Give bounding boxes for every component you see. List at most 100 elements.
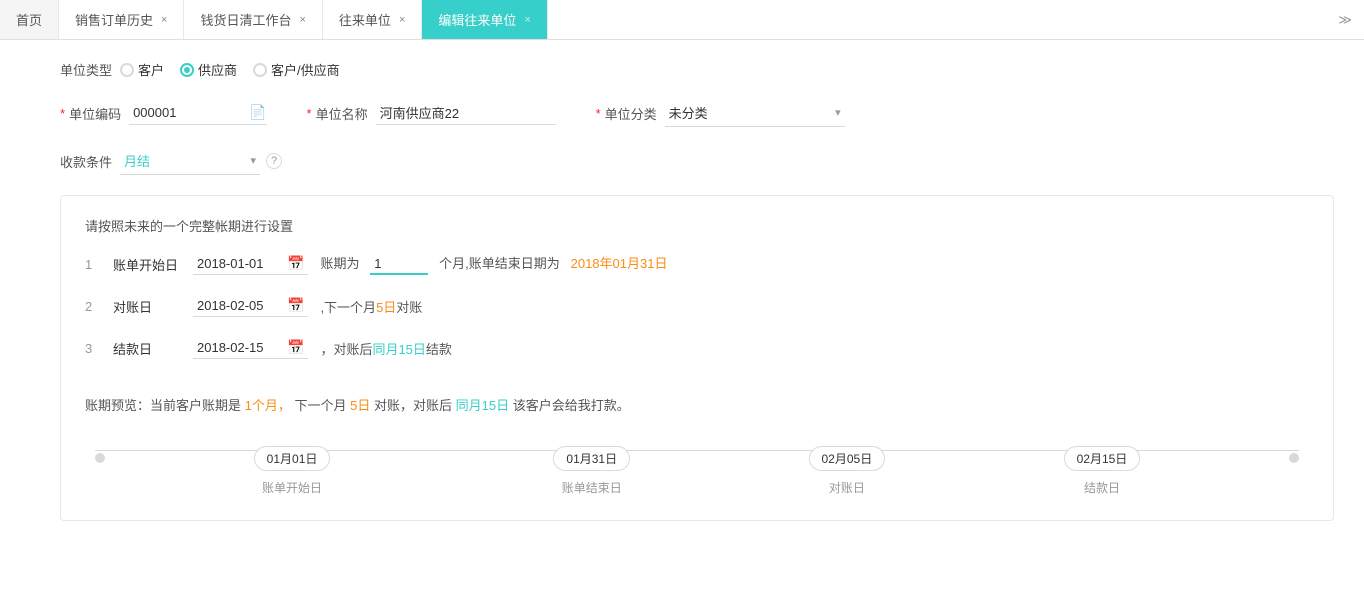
tab-cash-desk[interactable]: 钱货日清工作台 ×	[184, 0, 322, 39]
timeline-node-1: 01月01日 账单开始日	[254, 446, 331, 496]
step-3-date-field: 📅	[193, 337, 308, 359]
close-tab-sales[interactable]: ×	[161, 14, 167, 26]
step-1-date-field: 📅	[193, 253, 308, 275]
tab-home[interactable]: 首页	[0, 0, 59, 39]
main-content: 单位类型 客户 供应商 客户/供应商	[0, 40, 1364, 608]
step-3-desc-after: 结款	[426, 342, 452, 357]
timeline-label-4: 结款日	[1084, 479, 1120, 496]
payment-terms-item: 收款条件 月结 ▾ ?	[60, 147, 282, 175]
timeline-node-4: 02月15日 结款日	[1064, 446, 1141, 496]
unit-code-field: 📄	[129, 101, 266, 125]
step-3-name: 结款日	[113, 339, 193, 358]
radio-both-label: 客户/供应商	[271, 60, 340, 79]
unit-name-star: *	[307, 106, 312, 121]
copy-icon[interactable]: 📄	[249, 104, 266, 121]
timeline-badge-4: 02月15日	[1064, 446, 1141, 471]
step-1-calendar-icon[interactable]: 📅	[287, 255, 304, 272]
timeline-node-3: 02月05日 对账日	[809, 446, 886, 496]
step-2-desc-before: ,下一个月	[320, 300, 376, 315]
payment-terms-value: 月结	[124, 151, 244, 170]
close-tab-cash[interactable]: ×	[299, 14, 305, 26]
expand-icon: ≫	[1338, 12, 1352, 28]
preview-part1: 1个月，	[245, 398, 291, 413]
step-1-period-label-after: 个月,账单结束日期为	[439, 256, 560, 271]
step-3-row: 3 结款日 📅 ，对账后同月15日结款	[85, 337, 1309, 359]
unit-code-star: *	[60, 106, 65, 121]
tab-home-label: 首页	[16, 10, 42, 29]
step-2-desc-highlight: 5日	[376, 300, 396, 315]
tab-partner-unit[interactable]: 往来单位 ×	[323, 0, 422, 39]
step-2-name: 对账日	[113, 297, 193, 316]
radio-supplier[interactable]: 供应商	[180, 60, 237, 79]
step-1-date-input[interactable]	[197, 256, 287, 271]
tab-sales-order-history[interactable]: 销售订单历史 ×	[59, 0, 184, 39]
radio-both-circle	[253, 63, 267, 77]
payment-terms-dropdown-icon: ▾	[250, 154, 256, 167]
unit-category-value: 未分类	[669, 103, 835, 122]
step-1-desc: 账期为 个月,账单结束日期为 2018年01月31日	[320, 253, 667, 275]
timeline-badge-2: 01月31日	[553, 446, 630, 471]
tab-sales-label: 销售订单历史	[75, 10, 153, 29]
step-3-date-input[interactable]	[197, 340, 287, 355]
unit-category-select[interactable]: 未分类 ▾	[665, 99, 845, 127]
timeline-label-3: 对账日	[829, 479, 865, 496]
tab-expand-button[interactable]: ≫	[1326, 0, 1364, 39]
step-3-desc-highlight: 同月15日	[372, 342, 425, 357]
step-3-calendar-icon[interactable]: 📅	[287, 339, 304, 356]
step-2-date-field: 📅	[193, 295, 308, 317]
step-1-period-input-wrapper	[370, 254, 428, 275]
step-2-row: 2 对账日 📅 ,下一个月5日对账	[85, 295, 1309, 317]
step-1-period-label-before: 账期为	[320, 256, 359, 271]
preview-text: 账期预览：当前客户账期是 1个月， 下一个月 5日 对账，对账后 同月15日 该…	[85, 395, 1309, 414]
unit-code-item: * 单位编码 📄	[60, 101, 267, 125]
payment-terms-help-icon[interactable]: ?	[266, 153, 282, 169]
tab-partner-label: 往来单位	[339, 10, 391, 29]
preview-part1-label: 下一个月	[295, 398, 347, 413]
step-1-name: 账单开始日	[113, 255, 193, 274]
preview-part2-highlight: 5日	[350, 398, 370, 413]
unit-name-item: * 单位名称	[307, 101, 556, 125]
radio-supplier-label: 供应商	[198, 60, 237, 79]
unit-category-item: * 单位分类 未分类 ▾	[596, 99, 845, 127]
timeline-badge-3: 02月05日	[809, 446, 886, 471]
tab-bar: 首页 销售订单历史 × 钱货日清工作台 × 往来单位 × 编辑往来单位 × ≫	[0, 0, 1364, 40]
unit-name-input[interactable]	[376, 101, 556, 125]
radio-supplier-dot	[184, 67, 190, 73]
unit-code-input[interactable]	[129, 101, 249, 124]
radio-customer-circle	[120, 63, 134, 77]
step-3-desc-before: ，对账后	[320, 342, 372, 357]
unit-type-item: 单位类型 客户 供应商 客户/供应商	[60, 60, 340, 79]
unit-code-label: 单位编码	[69, 104, 121, 123]
preview-part3-highlight: 同月15日	[456, 398, 509, 413]
timeline-right-dot	[1289, 453, 1299, 463]
radio-customer[interactable]: 客户	[120, 60, 164, 79]
preview-part2-label: 对账，对账后	[374, 398, 452, 413]
close-tab-partner[interactable]: ×	[399, 14, 405, 26]
unit-category-label: 单位分类	[605, 104, 657, 123]
timeline-badge-1: 01月01日	[254, 446, 331, 471]
step-2-calendar-icon[interactable]: 📅	[287, 297, 304, 314]
close-tab-edit[interactable]: ×	[524, 14, 530, 26]
step-3-num: 3	[85, 341, 113, 356]
tab-edit-partner[interactable]: 编辑往来单位 ×	[422, 0, 547, 39]
payment-terms-row: 收款条件 月结 ▾ ?	[60, 147, 1334, 175]
settings-inner-box: 请按照未来的一个完整帐期进行设置 1 账单开始日 📅 账期为 个月,账单结束日期…	[60, 195, 1334, 521]
radio-both[interactable]: 客户/供应商	[253, 60, 340, 79]
radio-supplier-circle	[180, 63, 194, 77]
category-dropdown-icon: ▾	[835, 106, 841, 119]
unit-type-radio-group: 客户 供应商 客户/供应商	[120, 60, 340, 79]
timeline-node-2: 01月31日 账单结束日	[553, 446, 630, 496]
payment-terms-select[interactable]: 月结 ▾	[120, 147, 260, 175]
step-1-period-input[interactable]	[374, 256, 424, 271]
step-2-desc-after: 对账	[396, 300, 422, 315]
step-2-date-input[interactable]	[197, 298, 287, 313]
inner-box-description: 请按照未来的一个完整帐期进行设置	[85, 216, 1309, 235]
preview-label: 账期预览：当前客户账期是	[85, 398, 241, 413]
tab-cash-label: 钱货日清工作台	[200, 10, 291, 29]
tab-edit-label: 编辑往来单位	[438, 10, 516, 29]
unit-name-label: 单位名称	[316, 104, 368, 123]
step-1-row: 1 账单开始日 📅 账期为 个月,账单结束日期为 2018年01月31日	[85, 253, 1309, 275]
step-3-desc: ，对账后同月15日结款	[320, 339, 452, 358]
step-1-end-date: 2018年01月31日	[571, 256, 668, 271]
preview-part3-label: 该客户会给我打款。	[513, 398, 630, 413]
